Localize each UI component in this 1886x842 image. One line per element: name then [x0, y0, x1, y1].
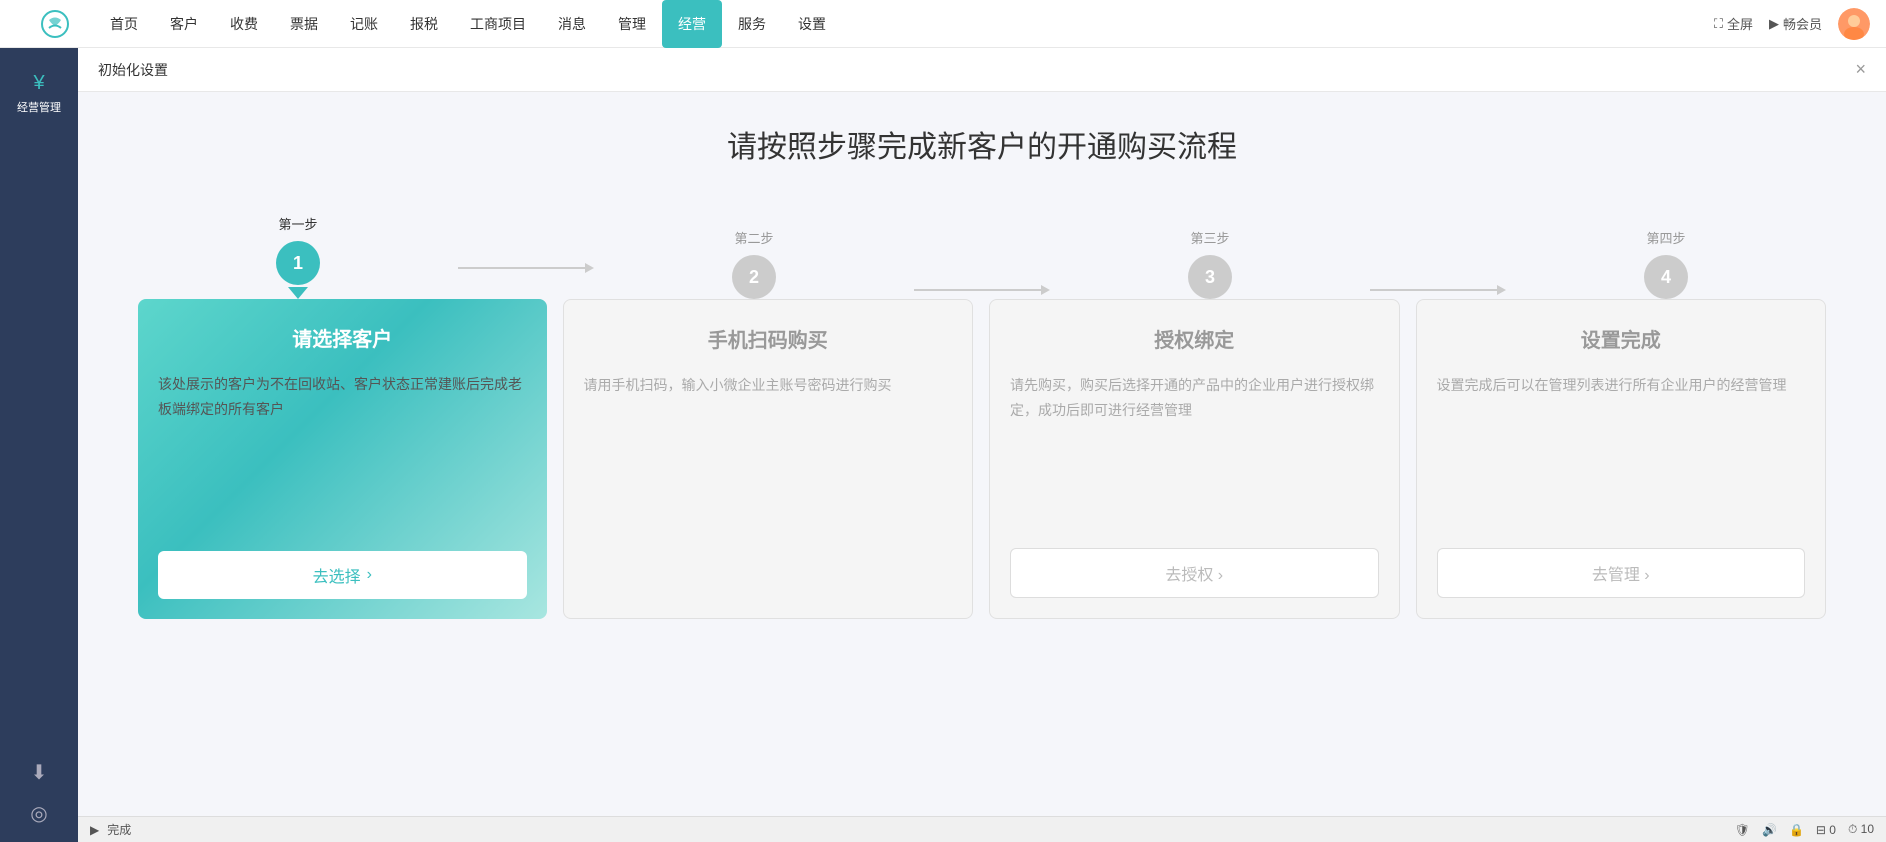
step-4-button[interactable]: 去管理 › [1437, 548, 1806, 598]
page-main-title: 请按照步骤完成新客户的开通购买流程 [138, 122, 1826, 166]
member-label: 畅会员 [1783, 14, 1822, 33]
support-icon[interactable]: ◎ [30, 801, 47, 826]
nav-tax[interactable]: 报税 [394, 0, 454, 48]
step-3-btn-label: 去授权 › [1165, 561, 1223, 585]
nav-service[interactable]: 服务 [722, 0, 782, 48]
nav-message[interactable]: 消息 [542, 0, 602, 48]
arrow-3-line [1370, 289, 1497, 291]
step-1-btn-arrow: › [367, 566, 372, 584]
card-3-desc: 请先购买，购买后选择开通的产品中的企业用户进行授权绑定，成功后即可进行经营管理 [1010, 373, 1379, 524]
yuan-icon: ¥ [33, 72, 44, 95]
sidebar-item-operation[interactable]: ¥ 经营管理 [0, 60, 78, 127]
step-2-header: 第二步 2 [594, 228, 914, 299]
sidebar-bottom: ⬇ ◎ [30, 760, 47, 826]
top-nav: 首页 客户 收费 票据 记账 报税 工商项目 消息 管理 经营 服务 设置 ⛶ … [0, 0, 1886, 48]
arrow-3 [1370, 285, 1506, 295]
fullscreen-label: 全屏 [1727, 14, 1753, 33]
step-3-circle: 3 [1188, 255, 1232, 299]
layout: ¥ 经营管理 ⬇ ◎ 初始化设置 × 请按照步骤完成新客户的开通购买流程 第一步 [0, 48, 1886, 842]
card-2-desc: 请用手机扫码，输入小微企业主账号密码进行购买 [584, 373, 953, 598]
step-1-label: 第一步 [278, 214, 317, 233]
step-2-circle: 2 [732, 255, 776, 299]
steps-header-row: 第一步 1 第二步 2 [138, 214, 1826, 299]
nav-settings[interactable]: 设置 [782, 0, 842, 48]
step-1-btn-label: 去选择 [313, 563, 361, 587]
card-4-desc: 设置完成后可以在管理列表进行所有企业用户的经营管理 [1437, 373, 1806, 524]
nav-accounting[interactable]: 记账 [334, 0, 394, 48]
fullscreen-icon: ⛶ [1714, 16, 1723, 32]
member-btn[interactable]: ▶ 畅会员 [1769, 14, 1822, 33]
step-1-circle-wrapper: 1 [276, 241, 320, 299]
main-content: 初始化设置 × 请按照步骤完成新客户的开通购买流程 第一步 1 [78, 48, 1886, 842]
avatar[interactable] [1838, 8, 1870, 40]
shield-icon: 🛡 [1735, 823, 1750, 837]
app-logo[interactable] [16, 10, 94, 38]
step-3-header: 第三步 3 [1050, 228, 1370, 299]
lock-icon: 🔒 [1789, 823, 1804, 837]
arrow-1-head [585, 263, 594, 273]
arrow-3-head [1497, 285, 1506, 295]
content-body: 请按照步骤完成新客户的开通购买流程 第一步 1 [78, 92, 1886, 816]
nav-fee[interactable]: 收费 [214, 0, 274, 48]
nav-right: ⛶ 全屏 ▶ 畅会员 [1714, 8, 1870, 40]
step-4-btn-label: 去管理 › [1592, 561, 1650, 585]
network-status: ⊟ 0 [1816, 823, 1836, 837]
step-4-circle: 4 [1644, 255, 1688, 299]
step-2-label: 第二步 [734, 228, 773, 247]
nav-items: 首页 客户 收费 票据 记账 报税 工商项目 消息 管理 经营 服务 设置 [94, 0, 1714, 48]
step-3-label: 第三步 [1190, 228, 1229, 247]
step-4-label: 第四步 [1646, 228, 1685, 247]
sidebar-item-label: 经营管理 [17, 99, 61, 115]
card-2-title: 手机扫码购买 [584, 324, 953, 353]
sidebar: ¥ 经营管理 ⬇ ◎ [0, 48, 78, 842]
step-card-4: 设置完成 设置完成后可以在管理列表进行所有企业用户的经营管理 去管理 › [1416, 299, 1827, 619]
nav-customer[interactable]: 客户 [154, 0, 214, 48]
nav-operation[interactable]: 经营 [662, 0, 722, 48]
cards-row: 请选择客户 该处展示的客户为不在回收站、客户状态正常建账后完成老板端绑定的所有客… [138, 299, 1826, 619]
status-bar: ▶ 完成 🛡 🔊 🔒 ⊟ 0 ⏱ 10 [78, 816, 1886, 842]
step-1-circle: 1 [276, 241, 320, 285]
step-3-button[interactable]: 去授权 › [1010, 548, 1379, 598]
nav-invoice[interactable]: 票据 [274, 0, 334, 48]
step-4-header: 第四步 4 [1506, 228, 1826, 299]
step-1-button[interactable]: 去选择 › [158, 551, 527, 599]
fullscreen-btn[interactable]: ⛶ 全屏 [1714, 14, 1753, 33]
arrow-2 [914, 285, 1050, 295]
step-card-1: 请选择客户 该处展示的客户为不在回收站、客户状态正常建账后完成老板端绑定的所有客… [138, 299, 547, 619]
volume-icon: 🔊 [1762, 823, 1777, 837]
time-status: ⏱ 10 [1848, 822, 1874, 837]
content-header: 初始化设置 × [78, 48, 1886, 92]
status-text: 完成 [107, 821, 131, 838]
close-button[interactable]: × [1855, 59, 1866, 80]
play-status-icon: ▶ [90, 823, 99, 837]
step-1-header: 第一步 1 [138, 214, 458, 299]
step-card-2: 手机扫码购买 请用手机扫码，输入小微企业主账号密码进行购买 [563, 299, 974, 619]
step-1-pointer [288, 287, 308, 299]
arrow-1 [458, 263, 594, 273]
arrow-1-line [458, 267, 585, 269]
status-bar-right: 🛡 🔊 🔒 ⊟ 0 ⏱ 10 [1735, 822, 1874, 837]
card-3-title: 授权绑定 [1010, 324, 1379, 353]
nav-business[interactable]: 工商项目 [454, 0, 542, 48]
step-card-3: 授权绑定 请先购买，购买后选择开通的产品中的企业用户进行授权绑定，成功后即可进行… [989, 299, 1400, 619]
arrow-2-head [1041, 285, 1050, 295]
card-1-title: 请选择客户 [158, 323, 527, 352]
page-title-header: 初始化设置 [98, 60, 168, 80]
nav-home[interactable]: 首页 [94, 0, 154, 48]
nav-manage[interactable]: 管理 [602, 0, 662, 48]
arrow-2-line [914, 289, 1041, 291]
card-4-title: 设置完成 [1437, 324, 1806, 353]
download-icon[interactable]: ⬇ [31, 760, 48, 785]
play-icon: ▶ [1769, 16, 1779, 32]
card-1-desc: 该处展示的客户为不在回收站、客户状态正常建账后完成老板端绑定的所有客户 [158, 372, 527, 527]
